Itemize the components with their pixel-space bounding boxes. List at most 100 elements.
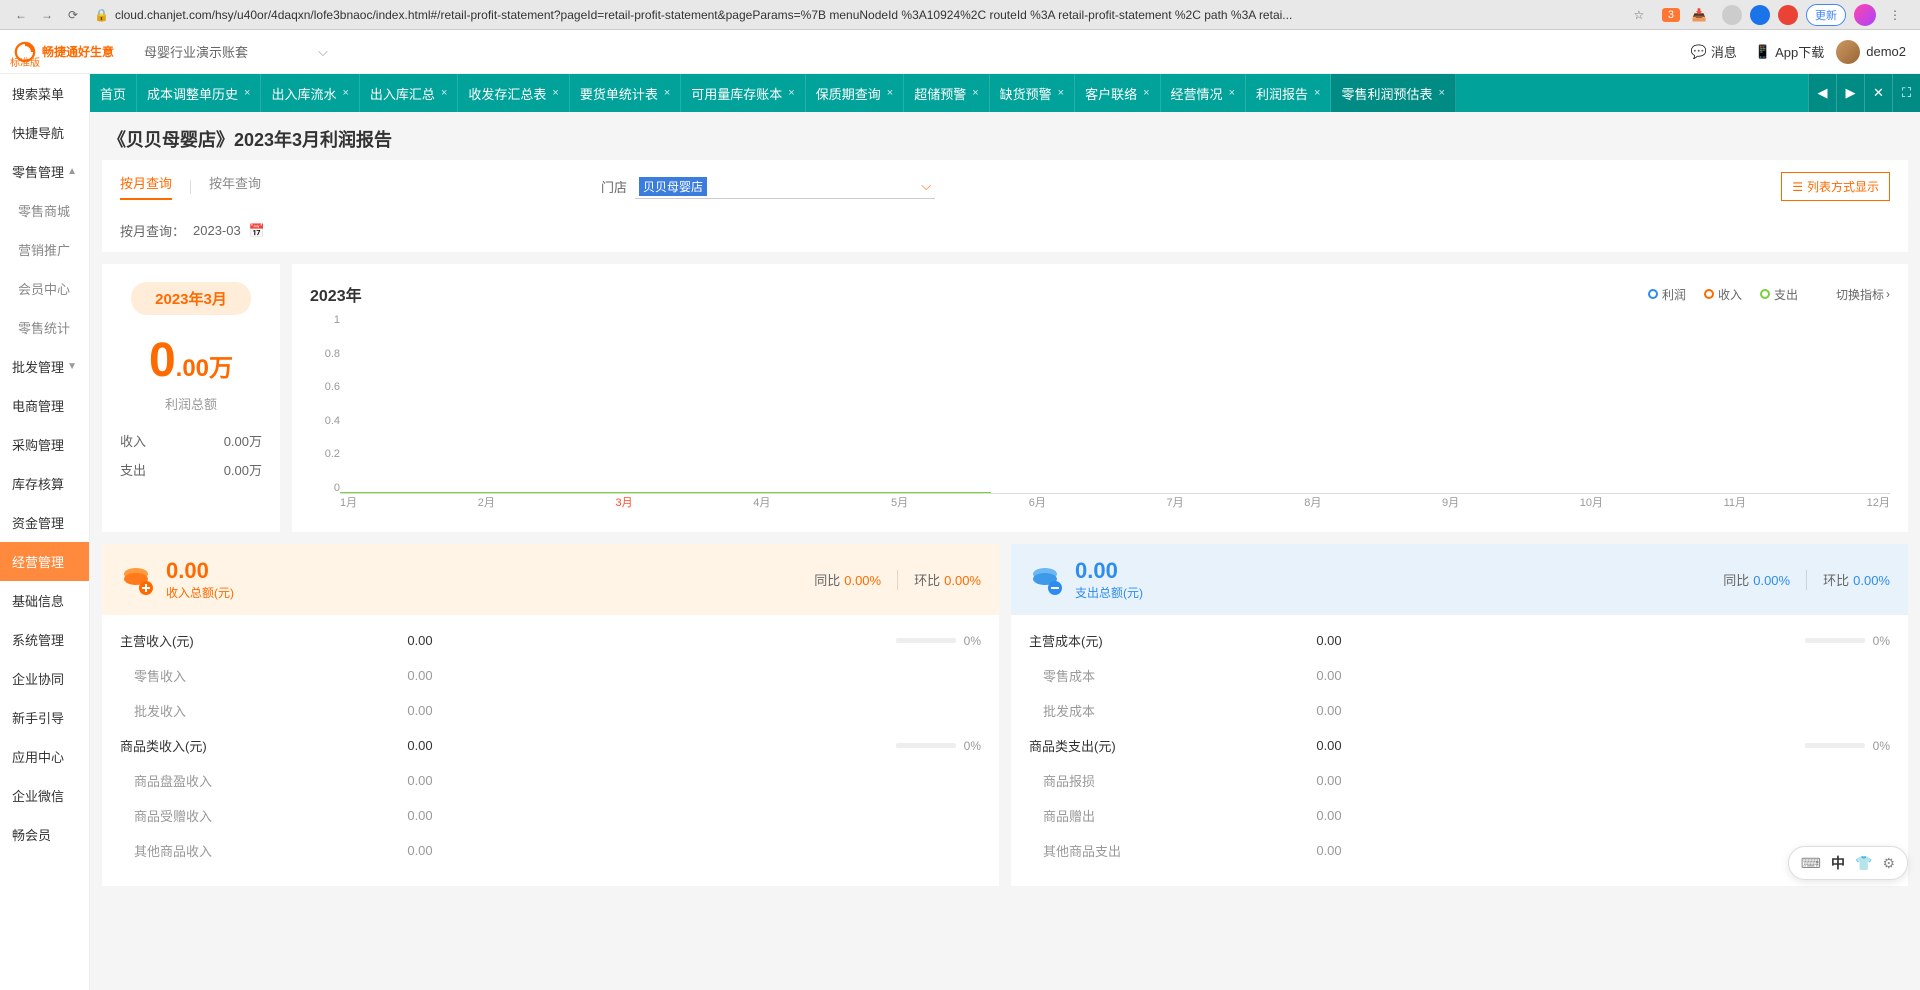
close-icon[interactable]: ×: [1229, 87, 1235, 99]
sidebar-item-13[interactable]: 基础信息: [0, 581, 89, 620]
chevron-down-icon: ⌵: [921, 178, 931, 194]
query-tab-1[interactable]: 按年查询: [209, 173, 261, 200]
legend-支出[interactable]: 支出: [1760, 286, 1798, 303]
forward-icon[interactable]: →: [36, 4, 58, 26]
notification-badge[interactable]: 3: [1662, 8, 1680, 22]
tab-1[interactable]: 成本调整单历史×: [137, 74, 261, 112]
legend-利润[interactable]: 利润: [1648, 286, 1686, 303]
sidebar-item-8[interactable]: 电商管理: [0, 386, 89, 425]
browser-chrome: ← → ⟳ 🔒 cloud.chanjet.com/hsy/u40or/4daq…: [0, 0, 1920, 30]
tab-5[interactable]: 要货单统计表×: [570, 74, 681, 112]
cloud-save-icon[interactable]: 📥: [1688, 4, 1710, 26]
tab-12[interactable]: 利润报告×: [1246, 74, 1331, 112]
close-icon[interactable]: ×: [342, 87, 348, 99]
download-link[interactable]: 📱 App下载: [1755, 42, 1824, 61]
tab-11[interactable]: 经营情况×: [1161, 74, 1246, 112]
tab-10[interactable]: 客户联络×: [1075, 74, 1160, 112]
extension-icon-1[interactable]: [1722, 5, 1742, 25]
filter-panel: 按月查询按年查询 门店 贝贝母婴店 ⌵ ☰ 列表方式显示 按月查询： 2023-…: [102, 160, 1908, 252]
close-icon[interactable]: ×: [972, 87, 978, 99]
legend-收入[interactable]: 收入: [1704, 286, 1742, 303]
profit-total: 0 .00 万: [149, 333, 233, 388]
account-selector[interactable]: 母婴行业演示账套 ⌵: [144, 42, 328, 61]
data-row: 零售收入0.00: [120, 658, 981, 693]
data-row: 商品盘盈收入0.00: [120, 763, 981, 798]
close-icon[interactable]: ×: [441, 87, 447, 99]
tab-3[interactable]: 出入库汇总×: [360, 74, 458, 112]
close-icon[interactable]: ×: [664, 87, 670, 99]
close-icon[interactable]: ×: [244, 87, 250, 99]
sidebar-item-18[interactable]: 企业微信: [0, 776, 89, 815]
chart-card: 2023年 利润收入支出切换指标› 10.80.60.40.20 1月2月3月4…: [292, 264, 1908, 532]
income-label: 收入总额(元): [166, 584, 234, 601]
sidebar-item-16[interactable]: 新手引导: [0, 698, 89, 737]
profit-label: 利润总额: [165, 394, 217, 413]
sidebar-item-4[interactable]: 营销推广: [0, 230, 89, 269]
close-icon[interactable]: ×: [1438, 87, 1444, 99]
star-icon[interactable]: ☆: [1628, 4, 1650, 26]
expense-icon: [1029, 562, 1065, 598]
store-label: 门店: [601, 177, 627, 196]
browser-profile-avatar[interactable]: [1854, 4, 1876, 26]
sidebar-item-10[interactable]: 库存核算: [0, 464, 89, 503]
close-icon[interactable]: ×: [1314, 87, 1320, 99]
ime-lang: 中: [1831, 853, 1845, 873]
expense-amount: 0.00: [1075, 558, 1143, 584]
data-row: 批发收入0.00: [120, 693, 981, 728]
menu-icon[interactable]: ⋮: [1884, 4, 1906, 26]
reload-icon[interactable]: ⟳: [62, 4, 84, 26]
calendar-icon[interactable]: 📅: [249, 223, 265, 239]
sidebar-item-0[interactable]: 搜索菜单: [0, 74, 89, 113]
sidebar-item-11[interactable]: 资金管理: [0, 503, 89, 542]
tab-4[interactable]: 收发存汇总表×: [458, 74, 569, 112]
sidebar-item-5[interactable]: 会员中心: [0, 269, 89, 308]
sidebar-item-14[interactable]: 系统管理: [0, 620, 89, 659]
back-icon[interactable]: ←: [10, 4, 32, 26]
tabs-fullscreen-button[interactable]: ⛶: [1892, 74, 1920, 112]
sidebar-item-1[interactable]: 快捷导航: [0, 113, 89, 152]
store-value: 贝贝母婴店: [639, 177, 707, 196]
sidebar-item-19[interactable]: 畅会员: [0, 815, 89, 854]
close-icon[interactable]: ×: [1143, 87, 1149, 99]
sidebar-item-6[interactable]: 零售统计: [0, 308, 89, 347]
sidebar-item-15[interactable]: 企业协同: [0, 659, 89, 698]
data-row: 商品类支出(元)0.000%: [1029, 728, 1890, 763]
data-row: 商品受赠收入0.00: [120, 798, 981, 833]
sidebar-item-3[interactable]: 零售商城: [0, 191, 89, 230]
user-name[interactable]: demo2: [1866, 44, 1906, 59]
tab-2[interactable]: 出入库流水×: [261, 74, 359, 112]
extension-icon-3[interactable]: [1778, 5, 1798, 25]
tab-6[interactable]: 可用量库存账本×: [681, 74, 805, 112]
data-row: 主营收入(元)0.000%: [120, 623, 981, 658]
tab-8[interactable]: 超储预警×: [904, 74, 989, 112]
sidebar-item-2[interactable]: 零售管理▲: [0, 152, 89, 191]
list-mode-button[interactable]: ☰ 列表方式显示: [1781, 172, 1890, 201]
switch-metric-button[interactable]: 切换指标›: [1836, 286, 1890, 303]
sidebar-item-9[interactable]: 采购管理: [0, 425, 89, 464]
settings-icon: ⚙: [1882, 855, 1895, 872]
sidebar-item-7[interactable]: 批发管理▼: [0, 347, 89, 386]
tab-7[interactable]: 保质期查询×: [806, 74, 904, 112]
tabs-prev-button[interactable]: ◀: [1808, 74, 1836, 112]
ime-widget[interactable]: ⌨ 中 👕 ⚙: [1788, 846, 1908, 880]
close-icon[interactable]: ×: [552, 87, 558, 99]
messages-link[interactable]: 💬 消息: [1691, 42, 1737, 61]
tabs-next-button[interactable]: ▶: [1836, 74, 1864, 112]
close-icon[interactable]: ×: [788, 87, 794, 99]
data-row: 商品报损0.00: [1029, 763, 1890, 798]
update-button[interactable]: 更新: [1806, 4, 1846, 26]
extension-icon-2[interactable]: [1750, 5, 1770, 25]
tab-13[interactable]: 零售利润预估表×: [1331, 74, 1455, 112]
tab-9[interactable]: 缺货预警×: [990, 74, 1075, 112]
user-avatar[interactable]: [1836, 40, 1860, 64]
query-tab-0[interactable]: 按月查询: [120, 173, 172, 200]
sidebar-item-12[interactable]: 经营管理: [0, 542, 89, 581]
store-select[interactable]: 门店 贝贝母婴店 ⌵: [601, 175, 935, 199]
url-text[interactable]: cloud.chanjet.com/hsy/u40or/4daqxn/lofe3…: [115, 8, 1628, 22]
tabs-close-button[interactable]: ✕: [1864, 74, 1892, 112]
sidebar-item-17[interactable]: 应用中心: [0, 737, 89, 776]
tab-0[interactable]: 首页: [90, 74, 137, 112]
close-icon[interactable]: ×: [887, 87, 893, 99]
close-icon[interactable]: ×: [1058, 87, 1064, 99]
chart-line-expense: [340, 492, 991, 493]
